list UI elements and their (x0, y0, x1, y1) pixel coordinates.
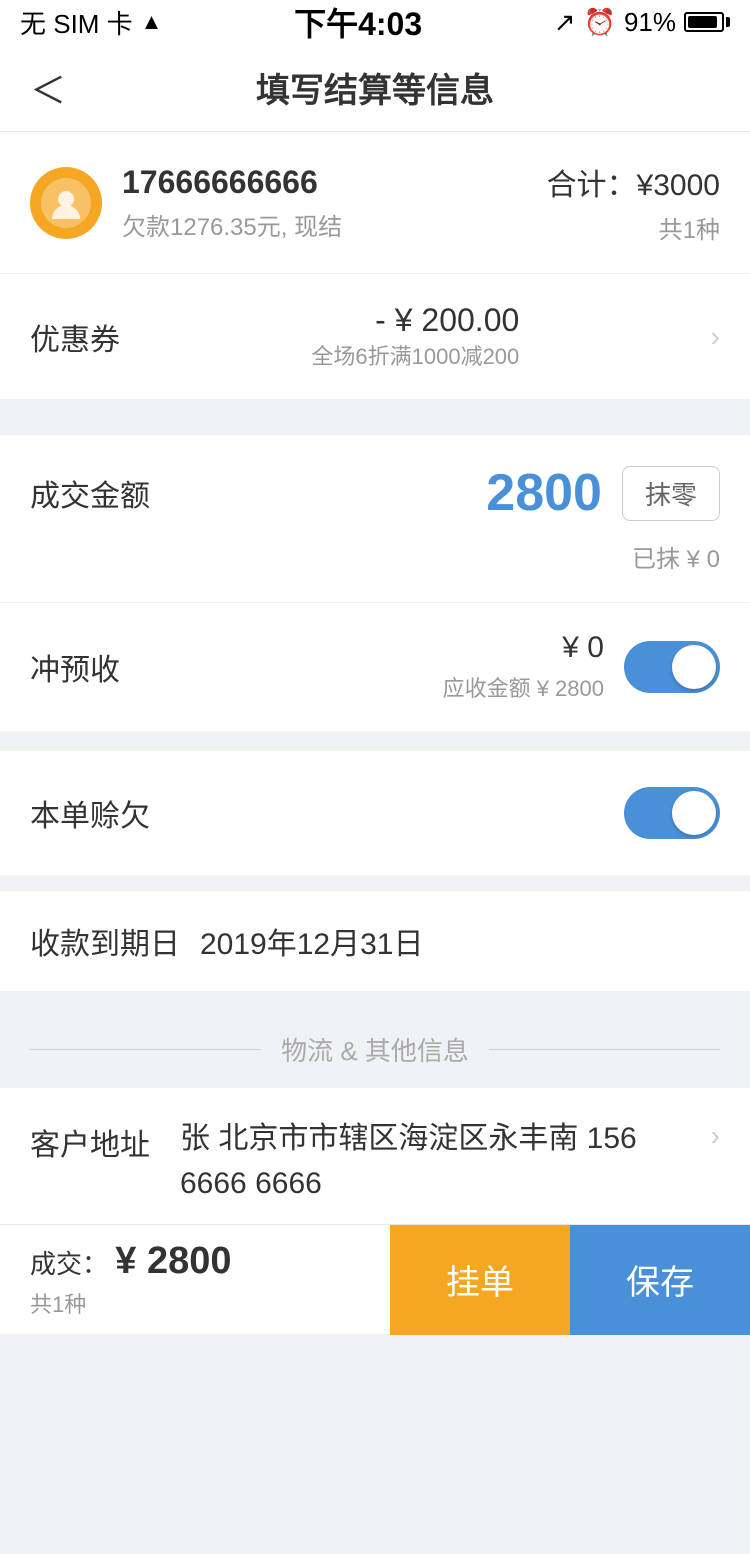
bottom-count: 共1种 (30, 1287, 360, 1319)
coupon-desc: 全场6折满1000减200 (311, 339, 519, 371)
section-divider-3 (0, 991, 750, 1011)
bottom-deal-text: 成交： (30, 1249, 108, 1279)
location-icon: ↗ (554, 7, 576, 38)
user-info: 17666666666 欠款1276.35元, 现结 (122, 164, 547, 242)
due-date-value: 2019年12月31日 (200, 919, 423, 963)
logistics-line-right (489, 1049, 720, 1050)
user-info-card: 17666666666 欠款1276.35元, 现结 合计：¥3000 共1种 … (0, 132, 750, 399)
address-row[interactable]: 客户地址 张 北京市市辖区海淀区永丰南 156 6666 6666 › (0, 1088, 750, 1234)
already-rounded: 已抹 ¥ 0 (632, 546, 720, 573)
prepaid-toggle[interactable] (624, 641, 720, 693)
user-row: 17666666666 欠款1276.35元, 现结 合计：¥3000 共1种 (0, 132, 750, 273)
debt-toggle-knob (672, 791, 716, 835)
prepaid-row: 冲预收 ¥ 0 应收金额 ¥ 2800 (0, 602, 750, 731)
address-label: 客户地址 (30, 1116, 150, 1164)
bottom-deal-label: 成交： ¥ 2800 (30, 1240, 360, 1283)
page-title: 填写结算等信息 (256, 63, 494, 112)
coupon-label: 优惠券 (30, 315, 120, 359)
user-phone: 17666666666 (122, 164, 547, 201)
user-total: 合计：¥3000 共1种 (547, 160, 720, 245)
prepaid-desc: 应收金额 ¥ 2800 (443, 671, 604, 703)
logistics-text: 物流 & 其他信息 (281, 1031, 469, 1068)
avatar (30, 167, 102, 239)
prepaid-label: 冲预收 (30, 645, 120, 689)
nav-bar: ＜ 填写结算等信息 (0, 44, 750, 132)
amount-row: 成交金额 2800 抹零 (30, 463, 720, 523)
save-button[interactable]: 保存 (570, 1225, 750, 1335)
coupon-row[interactable]: 优惠券 - ¥ 200.00 全场6折满1000减200 › (0, 273, 750, 399)
bottom-summary: 成交： ¥ 2800 共1种 (0, 1240, 390, 1319)
bottom-bar: 成交： ¥ 2800 共1种 挂单 保存 (0, 1224, 750, 1334)
amount-value-group: 2800 抹零 (486, 463, 720, 523)
wifi-icon: ▲ (141, 9, 163, 35)
logistics-line-left (30, 1049, 261, 1050)
prepaid-amount: ¥ 0 (443, 631, 604, 665)
bottom-deal-amount: ¥ 2800 (115, 1240, 231, 1282)
toggle-knob (672, 645, 716, 689)
battery-indicator (684, 12, 730, 32)
status-bar: 无 SIM 卡 ▲ 下午4:03 ↗ ⏰ 91% (0, 0, 750, 44)
address-value: 张 北京市市辖区海淀区永丰南 156 6666 6666 (180, 1116, 701, 1206)
debt-row: 本单赊欠 (0, 751, 750, 875)
coupon-amount: - ¥ 200.00 (311, 302, 519, 339)
amount-sub-row: 已抹 ¥ 0 (30, 539, 720, 574)
status-left: 无 SIM 卡 ▲ (20, 4, 162, 41)
carrier-text: 无 SIM 卡 (20, 4, 133, 41)
battery-percent: 91% (624, 7, 676, 38)
debt-toggle[interactable] (624, 787, 720, 839)
address-chevron-icon: › (711, 1116, 720, 1152)
total-amount: 合计：¥3000 (547, 160, 720, 204)
main-content: 17666666666 欠款1276.35元, 现结 合计：¥3000 共1种 … (0, 132, 750, 1554)
amount-section: 成交金额 2800 抹零 已抹 ¥ 0 (0, 435, 750, 602)
roundup-button[interactable]: 抹零 (622, 466, 720, 521)
avatar-icon (41, 178, 91, 228)
coupon-info: - ¥ 200.00 全场6折满1000减200 (311, 302, 519, 371)
debt-label: 本单赊欠 (30, 791, 150, 835)
alarm-icon: ⏰ (584, 7, 616, 38)
back-button[interactable]: ＜ (30, 62, 66, 114)
prepaid-info: ¥ 0 应收金额 ¥ 2800 (443, 631, 604, 703)
logistics-divider: 物流 & 其他信息 (0, 1011, 750, 1088)
due-date-label: 收款到期日 (30, 919, 180, 963)
section-divider-1 (0, 415, 750, 435)
coupon-chevron-icon: › (711, 321, 720, 353)
user-debt: 欠款1276.35元, 现结 (122, 207, 547, 242)
status-time: 下午4:03 (294, 0, 422, 45)
section-divider-2 (0, 731, 750, 751)
deal-amount-number: 2800 (486, 463, 602, 523)
total-count: 共1种 (547, 210, 720, 245)
date-row: 收款到期日 2019年12月31日 (0, 891, 750, 991)
hold-button[interactable]: 挂单 (390, 1225, 570, 1335)
status-right: ↗ ⏰ 91% (554, 7, 730, 38)
prepaid-right: ¥ 0 应收金额 ¥ 2800 (443, 631, 720, 703)
deal-amount-label: 成交金额 (30, 471, 150, 515)
